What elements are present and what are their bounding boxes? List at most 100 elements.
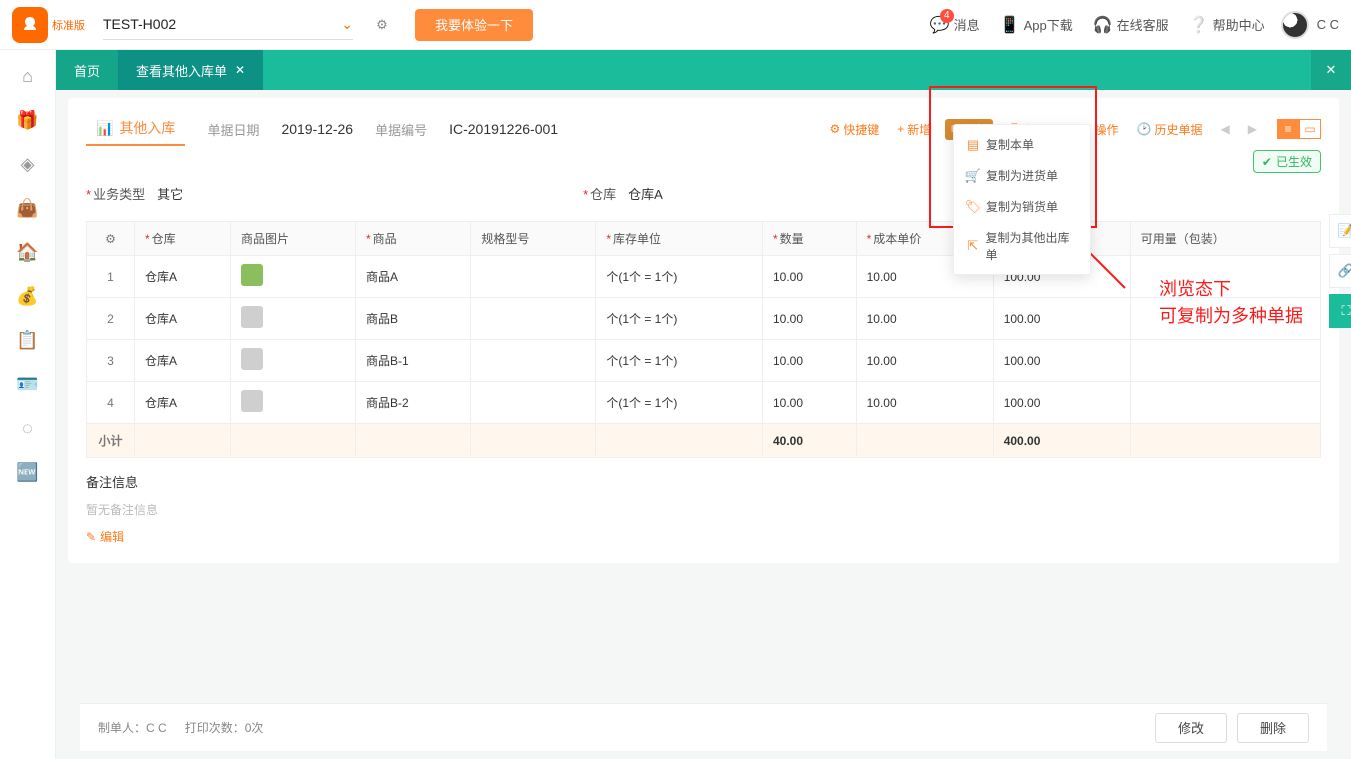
nav-clipboard-icon[interactable]: 📋 bbox=[16, 328, 40, 352]
history-icon: 🕑 bbox=[1137, 122, 1152, 136]
col-unit: *库存单位 bbox=[596, 222, 763, 256]
nav-bag-icon[interactable]: 👜 bbox=[16, 196, 40, 220]
modify-button[interactable]: 修改 bbox=[1155, 713, 1227, 743]
user-name: C C bbox=[1317, 17, 1339, 32]
table-row[interactable]: 1仓库A商品A个(1个 = 1个)10.0010.00100.00 bbox=[87, 256, 1321, 298]
view-list[interactable]: ≡ bbox=[1277, 119, 1299, 139]
table-row[interactable]: 3仓库A商品B-1个(1个 = 1个)10.0010.00100.00 bbox=[87, 340, 1321, 382]
org-selector[interactable]: TEST-H002 ⌄ bbox=[103, 10, 353, 40]
user-avatar[interactable] bbox=[1281, 11, 1309, 39]
cell-product: 商品B-2 bbox=[356, 382, 471, 424]
no-label: 单据编号 bbox=[375, 120, 427, 139]
cell-price: 10.00 bbox=[856, 382, 993, 424]
rail-note-icon[interactable]: 📝 bbox=[1329, 214, 1351, 248]
cell-spec bbox=[471, 382, 596, 424]
add-button[interactable]: +新增 bbox=[893, 119, 935, 140]
gear-icon: ⚙ bbox=[376, 17, 388, 33]
next-doc[interactable]: ▶ bbox=[1244, 122, 1261, 136]
view-card[interactable]: ▭ bbox=[1299, 119, 1321, 139]
edition-label: 标准版 bbox=[52, 17, 85, 33]
nav-refresh-icon[interactable]: ◌ bbox=[16, 416, 40, 440]
cell-qty: 10.00 bbox=[763, 256, 857, 298]
col-image: 商品图片 bbox=[231, 222, 356, 256]
cell-image bbox=[231, 298, 356, 340]
org-name: TEST-H002 bbox=[103, 16, 176, 32]
product-thumb bbox=[241, 306, 263, 328]
copy-menu-this[interactable]: ▤复制本单 bbox=[954, 129, 1090, 160]
doc-icon: ▤ bbox=[966, 137, 980, 153]
copy-menu-sales[interactable]: 🏷复制为销货单 bbox=[954, 191, 1090, 222]
tab-home[interactable]: 首页 bbox=[56, 50, 118, 90]
subtotal-amount: 400.00 bbox=[993, 424, 1130, 458]
field-warehouse: *仓库 仓库A bbox=[583, 184, 663, 203]
copy-menu-otherout[interactable]: ⇱复制为其他出库单 bbox=[954, 222, 1090, 270]
col-spec: 规格型号 bbox=[471, 222, 596, 256]
no-value: IC-20191226-001 bbox=[449, 121, 558, 137]
cell-unit: 个(1个 = 1个) bbox=[596, 298, 763, 340]
doc-type-tab[interactable]: 📊 其他入库 bbox=[86, 112, 185, 146]
cell-product: 商品B bbox=[356, 298, 471, 340]
help-icon: ❔ bbox=[1189, 15, 1209, 35]
copy-dropdown: ▤复制本单 🛒复制为进货单 🏷复制为销货单 ⇱复制为其他出库单 bbox=[953, 124, 1091, 275]
top-header: 标准版 TEST-H002 ⌄ ⚙ 我要体验一下 💬 4 消息 📱 App下载 … bbox=[0, 0, 1351, 50]
product-thumb bbox=[241, 348, 263, 370]
table-row[interactable]: 2仓库A商品B个(1个 = 1个)10.0010.00100.00 bbox=[87, 298, 1321, 340]
cart-icon: 🛒 bbox=[966, 168, 980, 184]
cell-product: 商品A bbox=[356, 256, 471, 298]
row-number: 3 bbox=[87, 340, 135, 382]
biztype-value: 其它 bbox=[157, 184, 183, 203]
form-row: *业务类型 其它 *仓库 仓库A bbox=[86, 184, 1321, 203]
shortcut-button[interactable]: ⚙快捷键 bbox=[825, 119, 883, 140]
app-download-link[interactable]: 📱 App下载 bbox=[1000, 15, 1073, 35]
prev-doc[interactable]: ◀ bbox=[1217, 122, 1234, 136]
row-number: 2 bbox=[87, 298, 135, 340]
cell-unit: 个(1个 = 1个) bbox=[596, 382, 763, 424]
nav-gift-icon[interactable]: 🎁 bbox=[16, 108, 40, 132]
chevron-down-icon: ⌄ bbox=[341, 16, 353, 33]
tabs-bar: 首页 查看其他入库单 ✕ ✕ bbox=[56, 50, 1351, 90]
chart-icon: 📊 bbox=[96, 120, 113, 137]
col-qty: *数量 bbox=[763, 222, 857, 256]
date-label: 单据日期 bbox=[207, 120, 259, 139]
cell-amount: 100.00 bbox=[993, 340, 1130, 382]
nav-money-icon[interactable]: 💰 bbox=[16, 284, 40, 308]
warehouse-value: 仓库A bbox=[628, 184, 663, 203]
edit-remark-link[interactable]: ✎编辑 bbox=[86, 528, 124, 545]
cell-image bbox=[231, 382, 356, 424]
close-all-tabs[interactable]: ✕ bbox=[1311, 50, 1351, 90]
field-biztype: *业务类型 其它 bbox=[86, 184, 183, 203]
nav-new-icon[interactable]: 🆕 bbox=[16, 460, 40, 484]
try-button[interactable]: 我要体验一下 bbox=[415, 9, 533, 41]
nav-diamond-icon[interactable]: ◈ bbox=[16, 152, 40, 176]
rail-link-icon[interactable]: 🔗 bbox=[1329, 254, 1351, 288]
history-button[interactable]: 🕑历史单据 bbox=[1133, 119, 1207, 140]
table-row[interactable]: 4仓库A商品B-2个(1个 = 1个)10.0010.00100.00 bbox=[87, 382, 1321, 424]
settings-button[interactable]: ⚙ bbox=[367, 10, 397, 40]
cell-warehouse: 仓库A bbox=[135, 256, 231, 298]
nav-id-icon[interactable]: 🪪 bbox=[16, 372, 40, 396]
nav-home-icon[interactable]: ⌂ bbox=[16, 64, 40, 88]
nav-house-icon[interactable]: 🏠 bbox=[16, 240, 40, 264]
col-gear[interactable]: ⚙ bbox=[87, 222, 135, 256]
copy-menu-purchase[interactable]: 🛒复制为进货单 bbox=[954, 160, 1090, 191]
delete-button[interactable]: 删除 bbox=[1237, 713, 1309, 743]
cell-unit: 个(1个 = 1个) bbox=[596, 256, 763, 298]
cell-unit: 个(1个 = 1个) bbox=[596, 340, 763, 382]
product-thumb bbox=[241, 264, 263, 286]
right-rail: 📝 🔗 ⛶ bbox=[1329, 214, 1351, 328]
cell-image bbox=[231, 256, 356, 298]
cell-amount: 100.00 bbox=[993, 382, 1130, 424]
cell-avail bbox=[1130, 382, 1320, 424]
gear-icon: ⚙ bbox=[105, 232, 116, 246]
rail-expand-icon[interactable]: ⛶ bbox=[1329, 294, 1351, 328]
view-toggle: ≡ ▭ bbox=[1277, 119, 1321, 139]
cell-product: 商品B-1 bbox=[356, 340, 471, 382]
tab-active[interactable]: 查看其他入库单 ✕ bbox=[118, 50, 263, 90]
messages-link[interactable]: 💬 4 消息 bbox=[930, 15, 980, 35]
help-center-link[interactable]: ❔ 帮助中心 bbox=[1189, 15, 1265, 35]
online-service-link[interactable]: 🎧 在线客服 bbox=[1093, 15, 1169, 35]
close-icon[interactable]: ✕ bbox=[235, 63, 245, 77]
cell-qty: 10.00 bbox=[763, 298, 857, 340]
edit-icon: ✎ bbox=[86, 530, 96, 544]
row-number: 4 bbox=[87, 382, 135, 424]
